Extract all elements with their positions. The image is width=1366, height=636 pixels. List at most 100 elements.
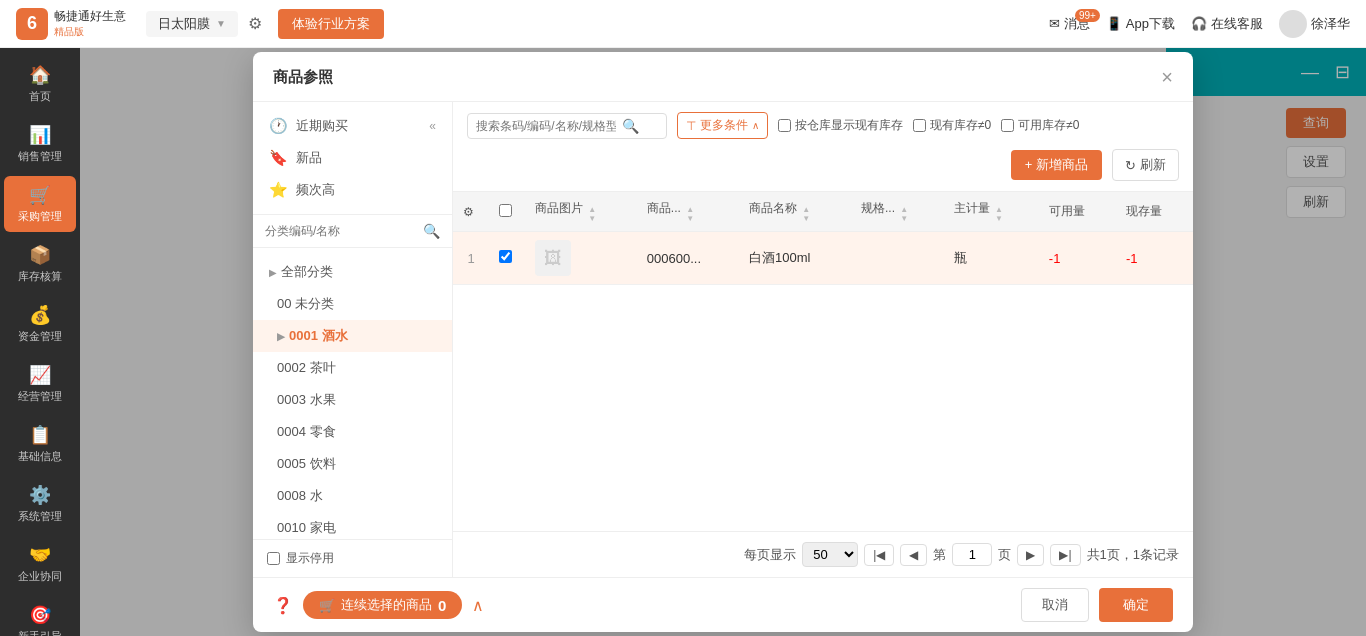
modal-left-panel: 🕐 近期购买 « 🔖 新品 ⭐ 频次高: [253, 102, 453, 577]
sidebar-item-basic-info[interactable]: 📋 基础信息: [4, 416, 76, 472]
sort-unit[interactable]: ▲▼: [995, 205, 1003, 223]
prev-page-btn[interactable]: ◀: [900, 544, 927, 566]
th-checkbox[interactable]: [489, 192, 525, 232]
sidebar-item-guide[interactable]: 🎯 新手引导: [4, 596, 76, 636]
cart-collapse-icon[interactable]: ∧: [472, 596, 484, 615]
headset-icon: 🎧: [1191, 16, 1207, 31]
quick-recent-purchase[interactable]: 🕐 近期购买 «: [253, 110, 452, 142]
sidebar-label-sales: 销售管理: [18, 149, 62, 164]
guide-icon: 🎯: [29, 604, 51, 626]
modal-close-btn[interactable]: ×: [1161, 66, 1173, 89]
product-search-input[interactable]: [476, 119, 616, 133]
sidebar-item-finance[interactable]: 💰 资金管理: [4, 296, 76, 352]
business-icon: 📈: [29, 364, 51, 386]
sidebar-item-purchase[interactable]: 🛒 采购管理: [4, 176, 76, 232]
cat-label-0003: 0003 水果: [277, 391, 336, 409]
sidebar-item-home[interactable]: 🏠 首页: [4, 56, 76, 112]
confirm-btn[interactable]: 确定: [1099, 588, 1173, 622]
cat-fruit[interactable]: 0003 水果: [253, 384, 452, 416]
warehouse-stock-filter[interactable]: 按仓库显示现有库存: [778, 117, 903, 134]
cat-tea[interactable]: 0002 茶叶: [253, 352, 452, 384]
messages-nav[interactable]: ✉ 消息 99+: [1049, 15, 1090, 33]
settings-icon[interactable]: ⚙: [248, 14, 262, 33]
app-download-nav[interactable]: 📱 App下载: [1106, 15, 1175, 33]
cancel-btn[interactable]: 取消: [1021, 588, 1089, 622]
select-all-checkbox[interactable]: [499, 204, 512, 217]
sidebar: 🏠 首页 📊 销售管理 🛒 采购管理 📦 库存核算 💰 资金管理 📈 经营管理 …: [0, 48, 80, 636]
footer-action-btns: 取消 确定: [1021, 588, 1173, 622]
sort-spec[interactable]: ▲▼: [900, 205, 908, 223]
modal-toolbar: 🔍 ⊤ 更多条件 ∧ 按仓库显示现有库存: [453, 102, 1193, 192]
store-selector[interactable]: 日太阳膜 ▼: [146, 11, 238, 37]
available-stock-filter[interactable]: 可用库存≠0: [1001, 117, 1079, 134]
online-service-nav[interactable]: 🎧 在线客服: [1191, 15, 1263, 33]
help-icon[interactable]: ❓: [273, 596, 293, 615]
last-page-btn[interactable]: ▶|: [1050, 544, 1080, 566]
add-product-btn[interactable]: + 新增商品: [1011, 150, 1102, 180]
row-checkbox[interactable]: [499, 250, 512, 263]
filter-label: 更多条件: [700, 117, 748, 134]
message-icon: ✉: [1049, 16, 1060, 31]
page-text-label: 第: [933, 546, 946, 564]
trial-btn[interactable]: 体验行业方案: [278, 9, 384, 39]
show-disabled-checkbox[interactable]: [267, 552, 280, 565]
th-available: 可用量: [1039, 192, 1116, 232]
warehouse-stock-checkbox[interactable]: [778, 119, 791, 132]
first-page-btn[interactable]: |◀: [864, 544, 894, 566]
cat-label-0005: 0005 饮料: [277, 455, 336, 473]
cat-uncategorized[interactable]: 00 未分类: [253, 288, 452, 320]
show-disabled-label[interactable]: 显示停用: [286, 550, 334, 567]
modal-overlay: 商品参照 × 🕐 近期购买 « �: [80, 48, 1366, 636]
top-nav: 6 畅捷通好生意 精品版 日太阳膜 ▼ ⚙ 体验行业方案 ✉ 消息 99+ 📱 …: [0, 0, 1366, 48]
current-stock-checkbox[interactable]: [913, 119, 926, 132]
quick-new-products[interactable]: 🔖 新品: [253, 142, 452, 174]
cat-appliance[interactable]: 0010 家电: [253, 512, 452, 539]
cat-all[interactable]: ▶ 全部分类: [253, 256, 452, 288]
sort-image[interactable]: ▲▼: [588, 205, 596, 223]
row-code: 000600...: [637, 232, 739, 285]
modal-body: 🕐 近期购买 « 🔖 新品 ⭐ 频次高: [253, 102, 1193, 577]
per-page-select[interactable]: 50 100 200: [802, 542, 858, 567]
sidebar-item-sales[interactable]: 📊 销售管理: [4, 116, 76, 172]
sort-code[interactable]: ▲▼: [686, 205, 694, 223]
th-stock: 现存量: [1116, 192, 1193, 232]
cat-label-all: 全部分类: [281, 263, 333, 281]
cat-arrow-all: ▶: [269, 267, 277, 278]
sort-name[interactable]: ▲▼: [802, 205, 810, 223]
page-number-input[interactable]: [952, 543, 992, 566]
cart-btn[interactable]: 🛒 连续选择的商品 0: [303, 591, 462, 619]
cat-label-0002: 0002 茶叶: [277, 359, 336, 377]
table-row[interactable]: 1 🖼 000600... 白酒100ml 瓶: [453, 232, 1193, 285]
cat-liquor[interactable]: ▶ 0001 酒水: [253, 320, 452, 352]
product-search-icon[interactable]: 🔍: [622, 118, 639, 134]
current-stock-filter[interactable]: 现有库存≠0: [913, 117, 991, 134]
avatar-img: [1279, 10, 1307, 38]
sidebar-item-business[interactable]: 📈 经营管理: [4, 356, 76, 412]
quick-access-section: 🕐 近期购买 « 🔖 新品 ⭐ 频次高: [253, 102, 452, 215]
sidebar-item-collab[interactable]: 🤝 企业协同: [4, 536, 76, 592]
category-search-icon[interactable]: 🔍: [423, 223, 440, 239]
sidebar-label-business: 经营管理: [18, 389, 62, 404]
sidebar-item-system[interactable]: ⚙️ 系统管理: [4, 476, 76, 532]
category-search-input[interactable]: [265, 224, 417, 238]
logo-sub: 精品版: [54, 25, 126, 38]
modal-footer: ❓ 🛒 连续选择的商品 0 ∧ 取消 确定: [253, 577, 1193, 632]
refresh-btn[interactable]: ↻ 刷新: [1112, 149, 1179, 181]
user-avatar[interactable]: 徐泽华: [1279, 10, 1350, 38]
table-header-row: ⚙ 商品图片 ▲▼ 商品... ▲▼: [453, 192, 1193, 232]
cat-snack[interactable]: 0004 零食: [253, 416, 452, 448]
row-checkbox-cell[interactable]: [489, 232, 525, 285]
sidebar-item-inventory[interactable]: 📦 库存核算: [4, 236, 76, 292]
th-settings[interactable]: ⚙: [453, 192, 489, 232]
available-stock-checkbox[interactable]: [1001, 119, 1014, 132]
quick-high-freq[interactable]: ⭐ 频次高: [253, 174, 452, 206]
total-info: 共1页，1条记录: [1087, 546, 1179, 564]
cat-water[interactable]: 0008 水: [253, 480, 452, 512]
more-filter-btn[interactable]: ⊤ 更多条件 ∧: [677, 112, 768, 139]
clock-icon: 🕐: [269, 117, 288, 135]
username-label: 徐泽华: [1311, 15, 1350, 33]
filter-icon: ⊤: [686, 119, 696, 133]
next-page-btn[interactable]: ▶: [1017, 544, 1044, 566]
basic-info-icon: 📋: [29, 424, 51, 446]
cat-beverage[interactable]: 0005 饮料: [253, 448, 452, 480]
